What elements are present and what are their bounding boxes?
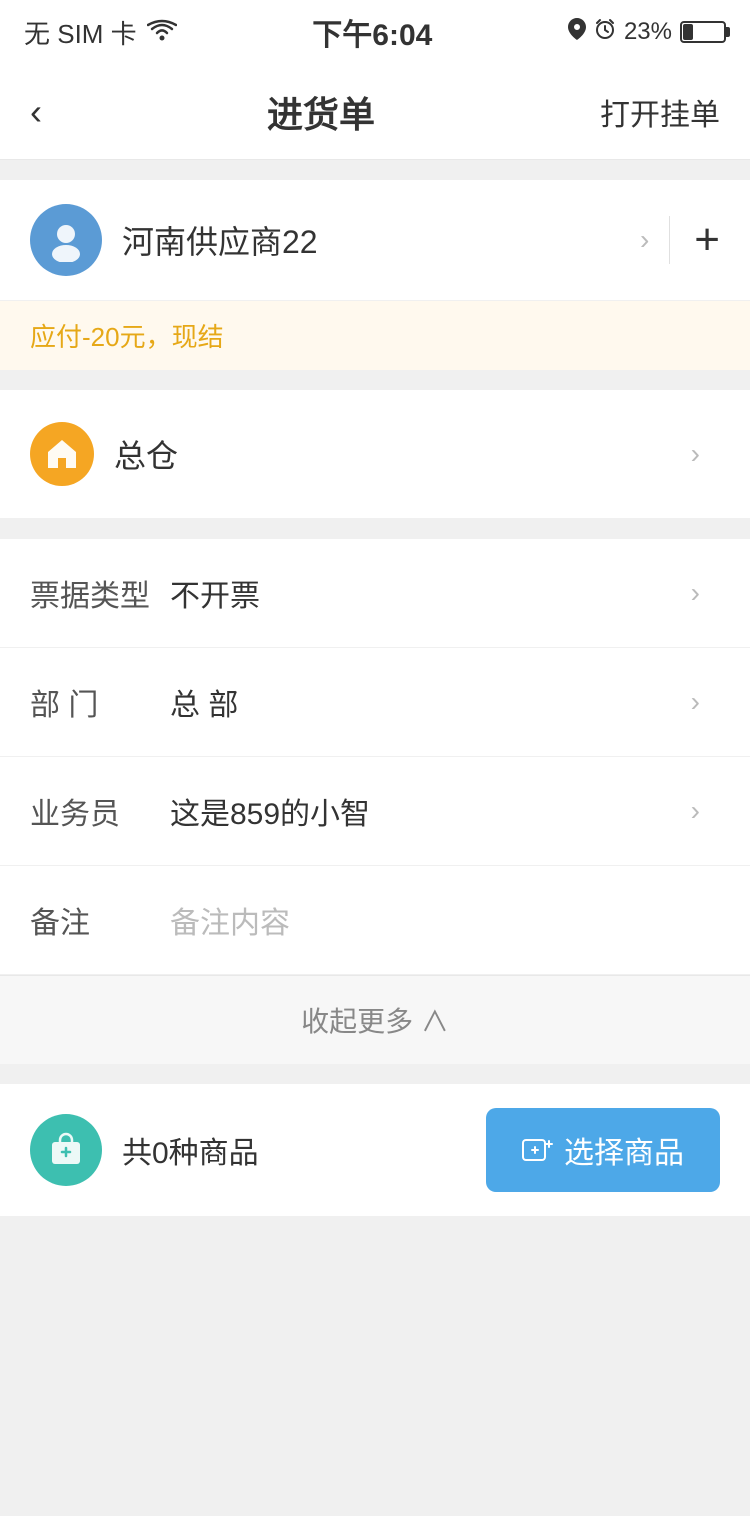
department-label: 部 门 [30, 680, 170, 724]
open-pending-button[interactable]: 打开挂单 [600, 90, 720, 134]
salesperson-row[interactable]: 业务员 这是859的小智 › [0, 757, 750, 866]
carrier-label: 无 SIM 卡 [24, 14, 137, 51]
supplier-section: 河南供应商22 › + 应付-20元，现结 [0, 180, 750, 370]
alarm-icon [594, 18, 616, 47]
remark-label: 备注 [30, 898, 170, 942]
salesperson-chevron-icon: › [691, 795, 700, 827]
warehouse-icon-wrap [30, 422, 94, 486]
salesperson-label: 业务员 [30, 789, 170, 833]
supplier-avatar [30, 204, 102, 276]
department-row[interactable]: 部 门 总 部 › [0, 648, 750, 757]
supplier-row[interactable]: 河南供应商22 › + [0, 180, 750, 301]
status-left: 无 SIM 卡 [24, 14, 177, 51]
battery-icon [680, 21, 726, 43]
back-button[interactable]: ‹ [30, 91, 42, 133]
supplier-chevron-icon: › [640, 224, 649, 256]
location-icon [568, 18, 586, 47]
department-chevron-icon: › [691, 686, 700, 718]
collapse-label: 收起更多 ∧ [301, 1000, 449, 1040]
notice-bar: 应付-20元，现结 [0, 301, 750, 370]
add-supplier-button[interactable]: + [694, 218, 720, 262]
section-gap-1 [0, 160, 750, 180]
notice-text: 应付-20元，现结 [30, 322, 224, 352]
section-gap-3 [0, 519, 750, 539]
department-value: 总 部 [170, 680, 691, 724]
status-time: 下午6:04 [312, 10, 432, 54]
warehouse-chevron-icon: › [691, 438, 700, 470]
wifi-icon [147, 17, 177, 48]
select-product-label: 选择商品 [564, 1128, 684, 1172]
nav-bar: ‹ 进货单 打开挂单 [0, 64, 750, 160]
remark-row[interactable]: 备注 备注内容 [0, 866, 750, 975]
warehouse-row[interactable]: 总仓 › [0, 390, 750, 519]
product-icon-wrap [30, 1114, 102, 1186]
status-bar: 无 SIM 卡 下午6:04 23% [0, 0, 750, 64]
status-right: 23% [568, 18, 726, 47]
ticket-type-chevron-icon: › [691, 577, 700, 609]
product-count-label: 共0种商品 [122, 1128, 486, 1172]
form-fields: 票据类型 不开票 › 部 门 总 部 › 业务员 这是859的小智 › 备注 备… [0, 539, 750, 1064]
divider [669, 216, 670, 264]
remark-value: 备注内容 [170, 898, 720, 942]
ticket-type-label: 票据类型 [30, 571, 170, 615]
collapse-row[interactable]: 收起更多 ∧ [0, 975, 750, 1064]
page-title: 进货单 [267, 86, 375, 138]
section-gap-2 [0, 370, 750, 390]
gray-fill-area [0, 1216, 750, 1516]
product-bar: 共0种商品 选择商品 [0, 1084, 750, 1216]
salesperson-value: 这是859的小智 [170, 789, 691, 833]
supplier-name: 河南供应商22 [122, 217, 640, 263]
warehouse-name: 总仓 [114, 431, 691, 477]
ticket-type-value: 不开票 [170, 571, 691, 615]
ticket-type-row[interactable]: 票据类型 不开票 › [0, 539, 750, 648]
battery-percentage: 23% [624, 18, 672, 46]
select-product-button[interactable]: 选择商品 [486, 1108, 720, 1192]
